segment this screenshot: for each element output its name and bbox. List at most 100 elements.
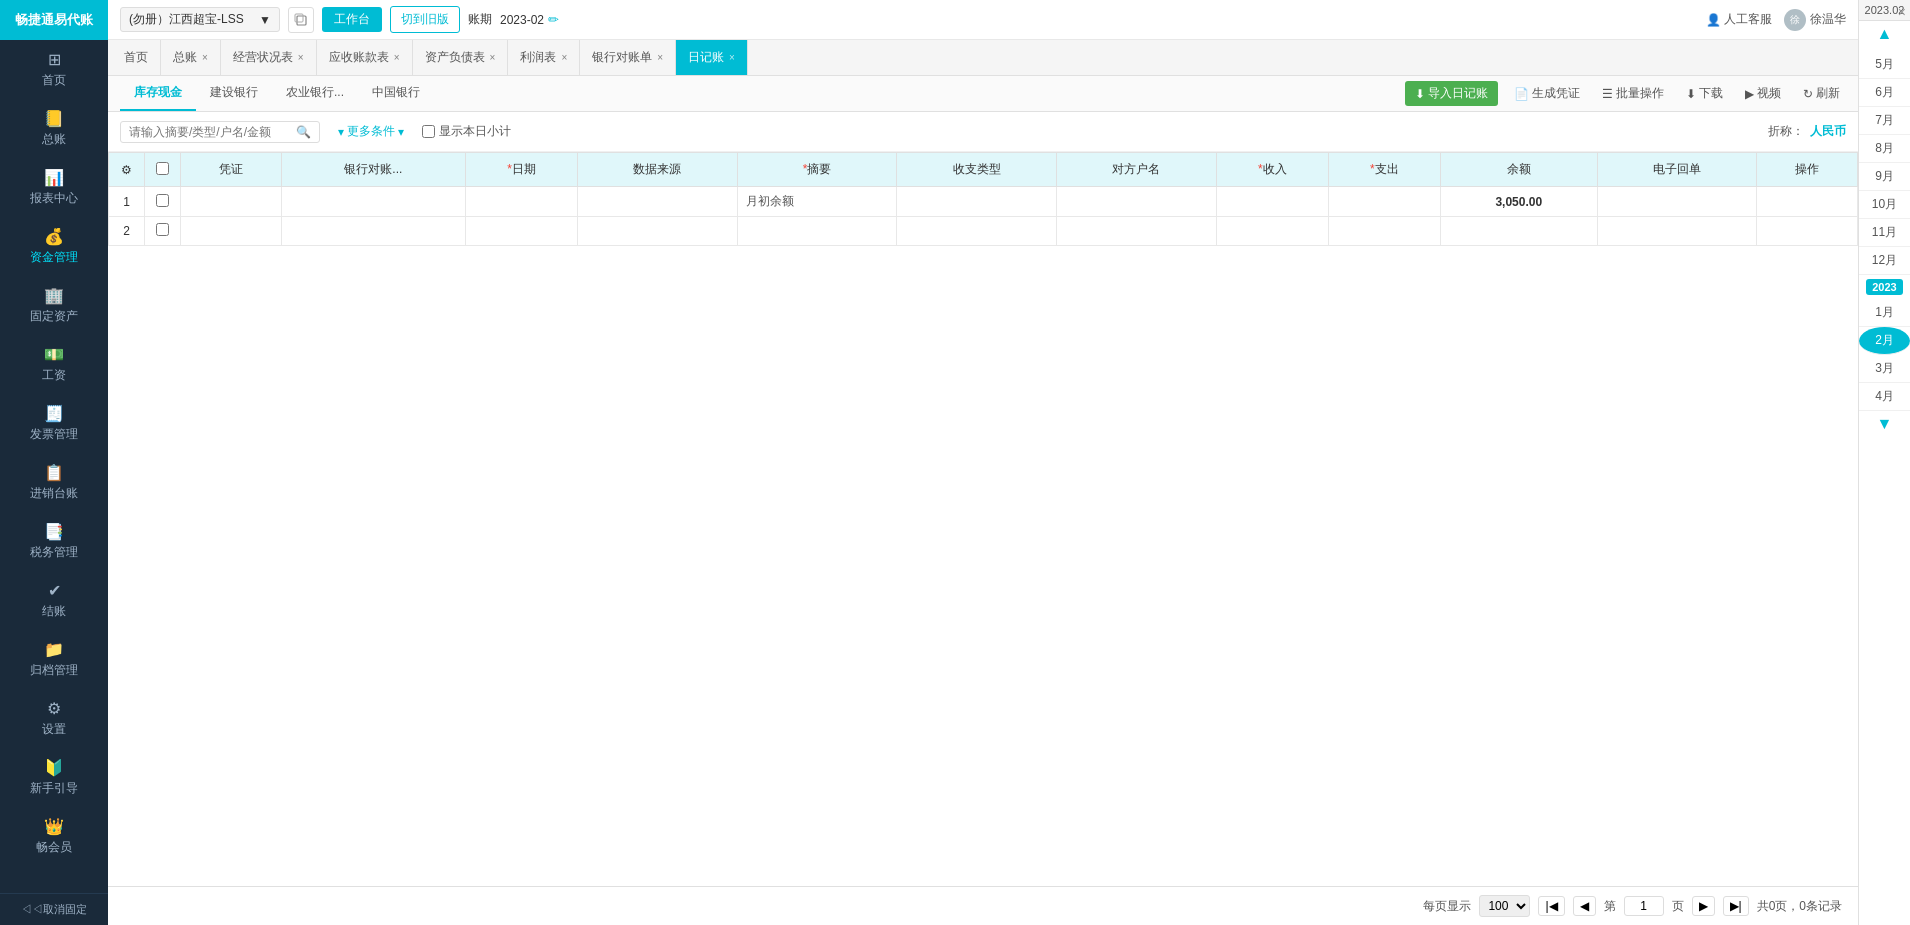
gen-voucher-button[interactable]: 📄 生成凭证	[1508, 82, 1586, 105]
cal-scroll-down[interactable]: ▼	[1877, 411, 1893, 437]
sidebar-item-invoice[interactable]: 🧾 发票管理	[0, 394, 108, 453]
sidebar-item-tax[interactable]: 📑 税务管理	[0, 512, 108, 571]
show-today-checkbox[interactable]	[422, 125, 435, 138]
cal-month-5[interactable]: 5月	[1859, 51, 1910, 79]
search-input[interactable]	[129, 125, 292, 139]
cal-month-12[interactable]: 12月	[1859, 247, 1910, 275]
sidebar-item-close[interactable]: ✔ 结账	[0, 571, 108, 630]
row-checkbox[interactable]	[156, 194, 169, 207]
copy-button[interactable]	[288, 7, 314, 33]
company-selector[interactable]: (勿册）江西超宝-LSS ▼	[120, 7, 280, 32]
select-all-checkbox[interactable]	[156, 162, 169, 175]
tab-profit[interactable]: 利润表 ×	[508, 40, 580, 76]
tab-receivable-close[interactable]: ×	[394, 52, 400, 63]
sub-tab-cash-label: 库存现金	[134, 85, 182, 99]
cal-month-7[interactable]: 7月	[1859, 107, 1910, 135]
sidebar-item-archive[interactable]: 📁 归档管理	[0, 630, 108, 689]
td-checkbox[interactable]	[145, 217, 181, 246]
page-input[interactable]	[1624, 896, 1664, 916]
cal-month-1[interactable]: 1月	[1859, 299, 1910, 327]
currency-value[interactable]: 人民币	[1810, 123, 1846, 140]
sidebar-item-fixedasset[interactable]: 🏢 固定资产	[0, 276, 108, 335]
user-menu[interactable]: 徐 徐温华	[1784, 9, 1846, 31]
invoice-icon: 🧾	[44, 404, 64, 423]
sidebar-item-guide[interactable]: 🔰 新手引导	[0, 748, 108, 807]
td-balance: 3,050.00	[1441, 187, 1598, 217]
th-settings[interactable]: ⚙	[109, 153, 145, 187]
tab-journal-label: 日记账	[688, 49, 724, 66]
cal-month-10[interactable]: 10月	[1859, 191, 1910, 219]
tab-bankstatement[interactable]: 银行对账单 ×	[580, 40, 676, 76]
close-calendar-button[interactable]: ×	[1898, 4, 1906, 20]
workbench-button[interactable]: 工作台	[322, 7, 382, 32]
tax-icon: 📑	[44, 522, 64, 541]
td-voucher	[181, 217, 282, 246]
cal-month-8[interactable]: 8月	[1859, 135, 1910, 163]
salary-icon: 💵	[44, 345, 64, 364]
cal-month-4[interactable]: 4月	[1859, 383, 1910, 411]
td-checkbox[interactable]	[145, 187, 181, 217]
cal-scroll-up[interactable]: ▲	[1877, 21, 1893, 47]
total-label: 共0页，0条记录	[1757, 898, 1842, 915]
sidebar-item-cashmanage[interactable]: 💰 资金管理	[0, 217, 108, 276]
td-bank-match	[281, 217, 465, 246]
prev-page-button[interactable]: ◀	[1573, 896, 1596, 916]
sidebar-item-settings[interactable]: ⚙ 设置	[0, 689, 108, 748]
period-edit-icon[interactable]: ✏	[548, 12, 559, 27]
service-button[interactable]: 👤 人工客服	[1706, 11, 1772, 28]
old-version-button[interactable]: 切到旧版	[390, 6, 460, 33]
tab-balancesheet[interactable]: 资产负债表 ×	[413, 40, 509, 76]
sidebar-item-home[interactable]: ⊞ 首页	[0, 40, 108, 99]
tab-receivable[interactable]: 应收账款表 ×	[317, 40, 413, 76]
last-page-button[interactable]: ▶|	[1723, 896, 1749, 916]
sub-tab-boc[interactable]: 中国银行	[358, 76, 434, 111]
voucher-icon: 📄	[1514, 87, 1529, 101]
download-button[interactable]: ⬇ 下载	[1680, 82, 1729, 105]
video-button[interactable]: ▶ 视频	[1739, 82, 1787, 105]
cal-month-2-active[interactable]: 2月	[1859, 327, 1910, 355]
show-today-toggle[interactable]: 显示本日小计	[422, 123, 511, 140]
tab-balancesheet-close[interactable]: ×	[490, 52, 496, 63]
tab-journal-close[interactable]: ×	[729, 52, 735, 63]
first-page-button[interactable]: |◀	[1538, 896, 1564, 916]
tab-ledger-close[interactable]: ×	[202, 52, 208, 63]
tab-bankstatement-close[interactable]: ×	[657, 52, 663, 63]
tab-journal[interactable]: 日记账 ×	[676, 40, 748, 76]
search-box[interactable]: 🔍	[120, 121, 320, 143]
tab-bankstatement-label: 银行对账单	[592, 49, 652, 66]
sub-tab-cash[interactable]: 库存现金	[120, 76, 196, 111]
sidebar-item-salary[interactable]: 💵 工资	[0, 335, 108, 394]
td-summary	[737, 217, 897, 246]
th-source: 数据来源	[578, 153, 738, 187]
per-page-label: 每页显示	[1423, 898, 1471, 915]
batch-op-button[interactable]: ☰ 批量操作	[1596, 82, 1670, 105]
td-expense	[1328, 217, 1440, 246]
tab-home[interactable]: 首页	[112, 40, 161, 76]
filter-button[interactable]: ▾ 更多条件 ▾	[330, 120, 412, 143]
sub-tab-abc[interactable]: 农业银行...	[272, 76, 358, 111]
sidebar-item-ledger[interactable]: 📒 总账	[0, 99, 108, 158]
tab-business[interactable]: 经营状况表 ×	[221, 40, 317, 76]
th-checkbox[interactable]	[145, 153, 181, 187]
sidebar-item-sales[interactable]: 📋 进销台账	[0, 453, 108, 512]
next-page-button[interactable]: ▶	[1692, 896, 1715, 916]
sidebar-item-vip[interactable]: 👑 畅会员	[0, 807, 108, 866]
cal-month-6[interactable]: 6月	[1859, 79, 1910, 107]
sales-icon: 📋	[44, 463, 64, 482]
content-area: 库存现金 建设银行 农业银行... 中国银行 ⬇ 导入日记账 📄 生成凭证	[108, 76, 1858, 925]
tab-business-close[interactable]: ×	[298, 52, 304, 63]
unpin-sidebar[interactable]: ◁◁取消固定	[0, 893, 108, 925]
row-checkbox[interactable]	[156, 223, 169, 236]
import-journal-button[interactable]: ⬇ 导入日记账	[1405, 81, 1498, 106]
td-income	[1216, 187, 1328, 217]
tab-profit-close[interactable]: ×	[561, 52, 567, 63]
cal-month-3[interactable]: 3月	[1859, 355, 1910, 383]
sidebar-item-reports[interactable]: 📊 报表中心	[0, 158, 108, 217]
cal-month-9[interactable]: 9月	[1859, 163, 1910, 191]
cal-month-11[interactable]: 11月	[1859, 219, 1910, 247]
per-page-select[interactable]: 100 50 200	[1479, 895, 1530, 917]
tab-ledger[interactable]: 总账 ×	[161, 40, 221, 76]
td-source	[578, 217, 738, 246]
refresh-button[interactable]: ↻ 刷新	[1797, 82, 1846, 105]
sub-tab-ccb[interactable]: 建设银行	[196, 76, 272, 111]
